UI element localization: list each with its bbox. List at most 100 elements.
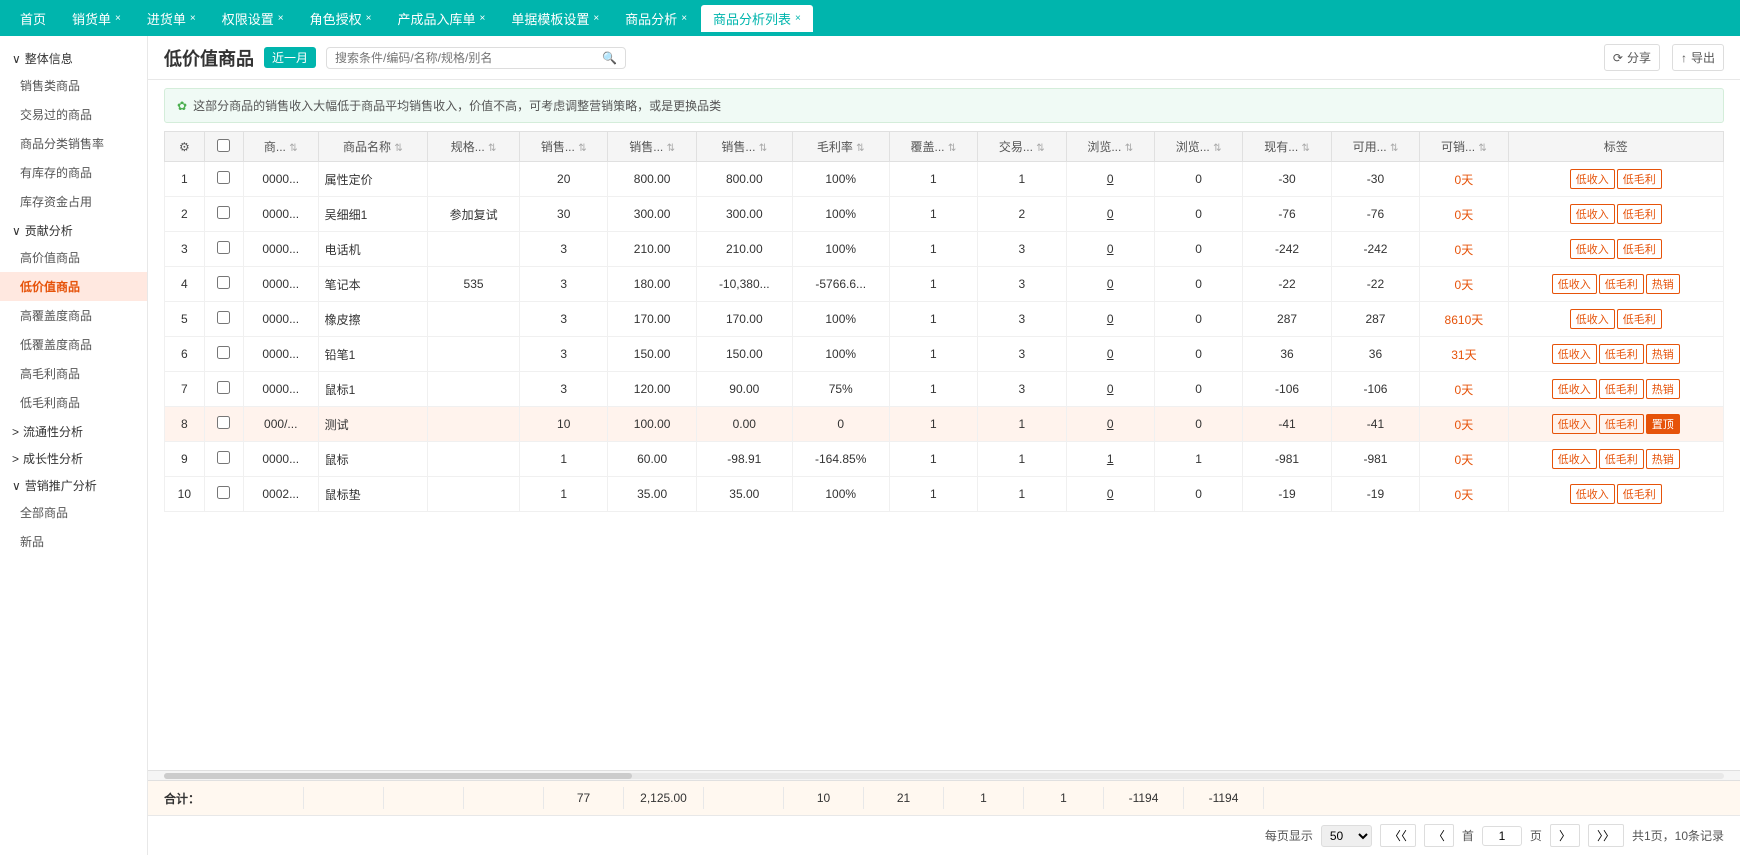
col-spec[interactable]: 规格... ⇅ [428, 132, 520, 162]
row-checkbox[interactable] [217, 206, 230, 219]
sidebar-group-overall[interactable]: ∨ 整体信息 [0, 44, 147, 71]
nav-product-analysis-list[interactable]: 商品分析列表 × [701, 5, 813, 32]
cell-tags: 低收入低毛利热销 [1508, 267, 1723, 302]
browse-link[interactable]: 0 [1107, 312, 1114, 326]
horizontal-scrollbar[interactable] [148, 770, 1740, 780]
cell-code: 0000... [243, 267, 318, 302]
share-button[interactable]: ⟳ 分享 [1604, 44, 1660, 71]
next-page-button[interactable]: 〉 [1550, 824, 1580, 847]
sidebar-group-contribution[interactable]: ∨ 贡献分析 [0, 216, 147, 243]
col-code[interactable]: 商... ⇅ [243, 132, 318, 162]
col-sales-price[interactable]: 销售... ⇅ [608, 132, 696, 162]
col-available[interactable]: 可用... ⇅ [1331, 132, 1419, 162]
browse-link[interactable]: 0 [1107, 417, 1114, 431]
nav-purchase-order[interactable]: 进货单 × [135, 5, 208, 32]
sidebar-item-stock-goods[interactable]: 有库存的商品 [0, 158, 147, 187]
sidebar-item-stock-capital[interactable]: 库存资金占用 [0, 187, 147, 216]
cell-sales-amount: -98.91 [696, 442, 792, 477]
close-icon[interactable]: × [278, 13, 284, 24]
col-sales-qty[interactable]: 销售... ⇅ [520, 132, 608, 162]
row-checkbox[interactable] [217, 416, 230, 429]
sidebar-item-traded-goods[interactable]: 交易过的商品 [0, 100, 147, 129]
cell-sellable: 8610天 [1420, 302, 1508, 337]
col-browse1[interactable]: 浏览... ⇅ [1066, 132, 1154, 162]
sidebar-item-high-coverage[interactable]: 高覆盖度商品 [0, 301, 147, 330]
tag: 低收入 [1570, 309, 1615, 329]
cell-coverage: 1 [889, 372, 977, 407]
browse-link[interactable]: 0 [1107, 347, 1114, 361]
row-checkbox[interactable] [217, 381, 230, 394]
browse-link[interactable]: 1 [1107, 452, 1114, 466]
row-checkbox[interactable] [217, 241, 230, 254]
nav-product-stock[interactable]: 产成品入库单 × [385, 5, 497, 32]
browse-link[interactable]: 0 [1107, 172, 1114, 186]
nav-doc-template[interactable]: 单据模板设置 × [499, 5, 611, 32]
col-browse2[interactable]: 浏览... ⇅ [1154, 132, 1242, 162]
nav-product-analysis[interactable]: 商品分析 × [613, 5, 699, 32]
sidebar-group-marketing[interactable]: ∨ 营销推广分析 [0, 471, 147, 498]
cell-coverage: 1 [889, 302, 977, 337]
browse-link[interactable]: 0 [1107, 207, 1114, 221]
row-checkbox[interactable] [217, 276, 230, 289]
sidebar-group-circulation[interactable]: > 流通性分析 [0, 417, 147, 444]
col-coverage[interactable]: 覆盖... ⇅ [889, 132, 977, 162]
nav-roles[interactable]: 角色授权 × [298, 5, 384, 32]
row-checkbox[interactable] [217, 311, 230, 324]
export-button[interactable]: ↑ 导出 [1672, 44, 1724, 71]
nav-sales-order[interactable]: 销货单 × [60, 5, 133, 32]
search-input[interactable] [335, 51, 596, 65]
cell-current: -981 [1243, 442, 1331, 477]
sidebar-item-low-margin[interactable]: 低毛利商品 [0, 388, 147, 417]
close-icon[interactable]: × [795, 13, 801, 24]
sidebar-item-high-value[interactable]: 高价值商品 [0, 243, 147, 272]
row-checkbox[interactable] [217, 346, 230, 359]
sidebar-item-all-goods[interactable]: 全部商品 [0, 498, 147, 527]
select-all-checkbox[interactable] [217, 139, 230, 152]
close-icon[interactable]: × [190, 13, 196, 24]
prev-page-button[interactable]: 〈 [1424, 824, 1454, 847]
cell-sales-amount: 300.00 [696, 197, 792, 232]
last-page-button[interactable]: 〉〉 [1588, 824, 1624, 847]
browse-link[interactable]: 0 [1107, 242, 1114, 256]
table-header-row: ⚙ 商... ⇅ 商品名称 ⇅ 规格... ⇅ 销售... ⇅ 销售... ⇅ … [165, 132, 1724, 162]
search-icon[interactable]: 🔍 [602, 51, 617, 65]
row-checkbox[interactable] [217, 451, 230, 464]
col-sales-amount[interactable]: 销售... ⇅ [696, 132, 792, 162]
sidebar-item-category-rate[interactable]: 商品分类销售率 [0, 129, 147, 158]
browse-link[interactable]: 0 [1107, 487, 1114, 501]
sidebar-item-low-value[interactable]: 低价值商品 [0, 272, 147, 301]
page-number-input[interactable] [1482, 826, 1522, 846]
sidebar-item-sales-goods[interactable]: 销售类商品 [0, 71, 147, 100]
row-checkbox[interactable] [217, 171, 230, 184]
nav-home[interactable]: 首页 [8, 5, 58, 32]
browse-link[interactable]: 0 [1107, 382, 1114, 396]
first-page-button[interactable]: 〈〈 [1380, 824, 1416, 847]
col-current[interactable]: 现有... ⇅ [1243, 132, 1331, 162]
cell-current: -242 [1243, 232, 1331, 267]
close-icon[interactable]: × [479, 13, 485, 24]
row-checkbox[interactable] [217, 486, 230, 499]
total-info: 共1页，10条记录 [1632, 827, 1724, 844]
close-icon[interactable]: × [681, 13, 687, 24]
footer-browse2: 1 [1024, 787, 1104, 809]
col-sellable[interactable]: 可销... ⇅ [1420, 132, 1508, 162]
cell-name: 鼠标 [318, 442, 428, 477]
table-row: 8 000/... 测试 10 100.00 0.00 0 1 1 0 0 -4… [165, 407, 1724, 442]
browse-link[interactable]: 0 [1107, 277, 1114, 291]
nav-permissions[interactable]: 权限设置 × [210, 5, 296, 32]
page-size-select[interactable]: 50 100 [1321, 825, 1372, 847]
date-badge[interactable]: 近一月 [264, 47, 316, 68]
col-gross-rate[interactable]: 毛利率 ⇅ [792, 132, 889, 162]
close-icon[interactable]: × [366, 13, 372, 24]
col-settings[interactable]: ⚙ [165, 132, 205, 162]
col-name[interactable]: 商品名称 ⇅ [318, 132, 428, 162]
sidebar-item-high-margin[interactable]: 高毛利商品 [0, 359, 147, 388]
cell-gross-rate: 100% [792, 302, 889, 337]
sidebar-item-low-coverage[interactable]: 低覆盖度商品 [0, 330, 147, 359]
cell-sales-qty: 3 [520, 302, 608, 337]
close-icon[interactable]: × [115, 13, 121, 24]
sidebar-group-growth[interactable]: > 成长性分析 [0, 444, 147, 471]
close-icon[interactable]: × [593, 13, 599, 24]
sidebar-item-new-goods[interactable]: 新品 [0, 527, 147, 556]
col-trade[interactable]: 交易... ⇅ [978, 132, 1066, 162]
